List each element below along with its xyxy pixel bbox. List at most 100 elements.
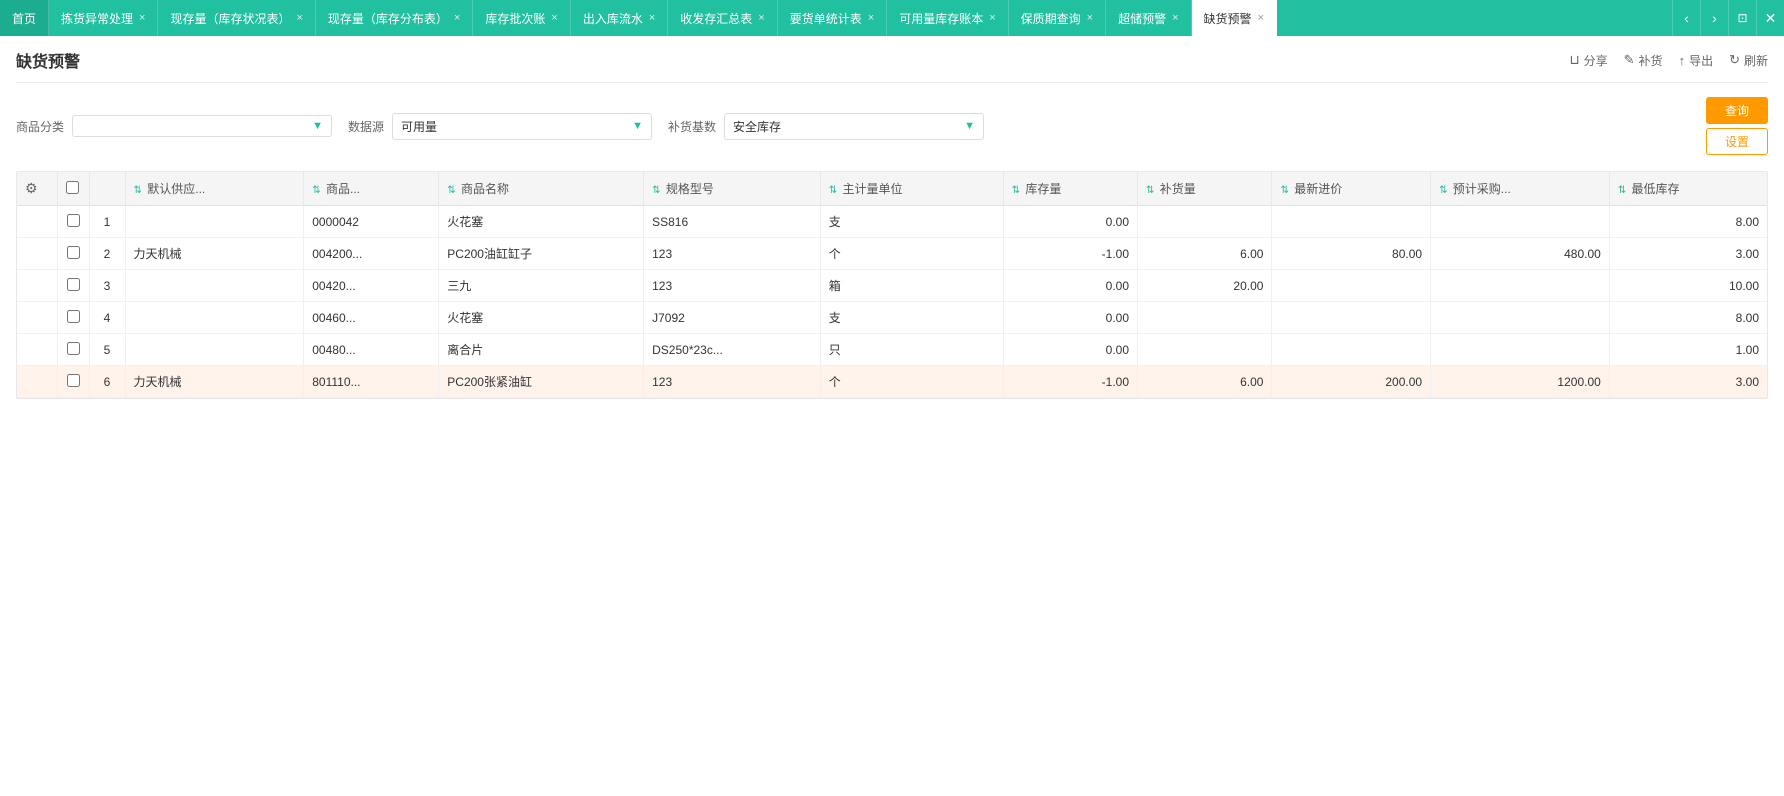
tab-abnormal[interactable]: 拣货异常处理 × bbox=[49, 0, 158, 36]
th-est-purchase[interactable]: ⇅ 预计采购... bbox=[1431, 172, 1610, 206]
tab-recv-summary[interactable]: 收发存汇总表 × bbox=[668, 0, 777, 36]
row-checkbox-3[interactable] bbox=[67, 310, 80, 323]
tab-order-stats[interactable]: 要货单统计表 × bbox=[778, 0, 887, 36]
th-min-stock[interactable]: ⇅ 最低库存 bbox=[1609, 172, 1767, 206]
td-est-purchase-2 bbox=[1431, 270, 1610, 302]
replenish-basis-select[interactable]: 安全库存 ▼ bbox=[724, 113, 984, 140]
td-checkbox-0[interactable] bbox=[57, 206, 89, 238]
tab-inout-flow[interactable]: 出入库流水 × bbox=[571, 0, 668, 36]
th-est-purchase-label: 预计采购... bbox=[1453, 182, 1511, 196]
tab-available-ledger[interactable]: 可用量库存账本 × bbox=[887, 0, 1008, 36]
header-actions: ⊔ 分享 ✎ 补货 ↑ 导出 ↻ 刷新 bbox=[1569, 52, 1768, 69]
row-checkbox-2[interactable] bbox=[67, 278, 80, 291]
tab-inventory-dist-close[interactable]: × bbox=[454, 12, 460, 24]
tab-overstock[interactable]: 超储预警 × bbox=[1106, 0, 1191, 36]
row-checkbox-4[interactable] bbox=[67, 342, 80, 355]
th-settings[interactable]: ⚙ bbox=[17, 172, 57, 206]
th-latest-price[interactable]: ⇅ 最新进价 bbox=[1272, 172, 1431, 206]
tab-batch-account[interactable]: 库存批次账 × bbox=[473, 0, 570, 36]
td-supplier-2 bbox=[125, 270, 304, 302]
datasource-filter-arrow: ▼ bbox=[632, 120, 643, 132]
tab-expiry-query-close[interactable]: × bbox=[1087, 12, 1093, 24]
tab-shortage[interactable]: 缺货预警 × bbox=[1192, 0, 1277, 36]
tab-nav-btns: ‹ › ⊡ ✕ bbox=[1672, 0, 1784, 36]
tab-available-ledger-close[interactable]: × bbox=[989, 12, 995, 24]
filter-datasource-group: 数据源 可用量 ▼ bbox=[348, 113, 652, 140]
table-row: 2 力天机械 004200... PC200油缸缸子 123 个 -1.00 6… bbox=[17, 238, 1767, 270]
settings-gear-icon[interactable]: ⚙ bbox=[25, 180, 38, 196]
th-replenish-qty-label: 补货量 bbox=[1160, 182, 1196, 196]
refresh-button[interactable]: ↻ 刷新 bbox=[1729, 52, 1768, 69]
th-stock[interactable]: ⇅ 库存量 bbox=[1003, 172, 1137, 206]
row-checkbox-5[interactable] bbox=[67, 374, 80, 387]
table-row: 3 00420... 三九 123 箱 0.00 20.00 10.00 bbox=[17, 270, 1767, 302]
tab-home[interactable]: 首页 bbox=[0, 0, 49, 36]
tab-shortage-label: 缺货预警 bbox=[1204, 10, 1252, 27]
th-product-name[interactable]: ⇅ 商品名称 bbox=[439, 172, 644, 206]
replenish-basis-label: 补货基数 bbox=[668, 118, 716, 135]
tab-prev-btn[interactable]: ‹ bbox=[1672, 0, 1700, 36]
td-price-3 bbox=[1272, 302, 1431, 334]
td-code-4: 00480... bbox=[304, 334, 439, 366]
td-settings-1 bbox=[17, 238, 57, 270]
row-checkbox-1[interactable] bbox=[67, 246, 80, 259]
td-min-stock-4: 1.00 bbox=[1609, 334, 1767, 366]
tab-overstock-close[interactable]: × bbox=[1172, 12, 1178, 24]
td-spec-4: DS250*23c... bbox=[644, 334, 821, 366]
td-est-purchase-5: 1200.00 bbox=[1431, 366, 1610, 398]
td-supplier-3 bbox=[125, 302, 304, 334]
tab-restore-btn[interactable]: ⊡ bbox=[1728, 0, 1756, 36]
tab-inventory-status-close[interactable]: × bbox=[296, 12, 302, 24]
td-settings-4 bbox=[17, 334, 57, 366]
unit-sort-icon: ⇅ bbox=[829, 185, 837, 196]
category-filter-arrow: ▼ bbox=[312, 120, 323, 132]
tab-recv-summary-close[interactable]: × bbox=[758, 12, 764, 24]
td-name-1: PC200油缸缸子 bbox=[439, 238, 644, 270]
category-filter-select[interactable]: ▼ bbox=[72, 115, 332, 137]
row-checkbox-0[interactable] bbox=[67, 214, 80, 227]
td-est-purchase-3 bbox=[1431, 302, 1610, 334]
td-checkbox-3[interactable] bbox=[57, 302, 89, 334]
td-unit-2: 箱 bbox=[820, 270, 1003, 302]
tab-shortage-close[interactable]: × bbox=[1258, 12, 1264, 24]
tab-next-btn[interactable]: › bbox=[1700, 0, 1728, 36]
th-unit-label: 主计量单位 bbox=[843, 182, 903, 196]
th-unit[interactable]: ⇅ 主计量单位 bbox=[820, 172, 1003, 206]
table-row: 4 00460... 火花塞 J7092 支 0.00 8.00 bbox=[17, 302, 1767, 334]
tab-inout-flow-close[interactable]: × bbox=[649, 12, 655, 24]
datasource-filter-select[interactable]: 可用量 ▼ bbox=[392, 113, 652, 140]
query-button[interactable]: 查询 bbox=[1706, 97, 1768, 124]
tab-abnormal-close[interactable]: × bbox=[139, 12, 145, 24]
td-checkbox-1[interactable] bbox=[57, 238, 89, 270]
td-code-3: 00460... bbox=[304, 302, 439, 334]
datasource-filter-value: 可用量 bbox=[401, 118, 624, 135]
page-header: 缺货预警 ⊔ 分享 ✎ 补货 ↑ 导出 ↻ 刷新 bbox=[16, 36, 1768, 83]
select-all-checkbox[interactable] bbox=[66, 181, 79, 194]
th-replenish-qty[interactable]: ⇅ 补货量 bbox=[1138, 172, 1272, 206]
tab-inventory-dist[interactable]: 现存量（库存分布表） × bbox=[316, 0, 473, 36]
tab-batch-account-close[interactable]: × bbox=[551, 12, 557, 24]
td-unit-5: 个 bbox=[820, 366, 1003, 398]
tab-inventory-status[interactable]: 现存量（库存状况表） × bbox=[158, 0, 315, 36]
td-checkbox-2[interactable] bbox=[57, 270, 89, 302]
tab-home-label: 首页 bbox=[12, 10, 36, 27]
td-checkbox-4[interactable] bbox=[57, 334, 89, 366]
setting-button[interactable]: 设置 bbox=[1706, 128, 1768, 155]
tab-close-btn[interactable]: ✕ bbox=[1756, 0, 1784, 36]
th-default-supplier[interactable]: ⇅ 默认供应... bbox=[125, 172, 304, 206]
code-sort-icon: ⇅ bbox=[312, 185, 320, 196]
tab-expiry-query[interactable]: 保质期查询 × bbox=[1009, 0, 1106, 36]
th-product-code[interactable]: ⇅ 商品... bbox=[304, 172, 439, 206]
share-button[interactable]: ⊔ 分享 bbox=[1569, 52, 1607, 69]
est-purchase-sort-icon: ⇅ bbox=[1439, 185, 1447, 196]
th-spec[interactable]: ⇅ 规格型号 bbox=[644, 172, 821, 206]
td-checkbox-5[interactable] bbox=[57, 366, 89, 398]
replenish-button[interactable]: ✎ 补货 bbox=[1624, 52, 1663, 69]
td-stock-3: 0.00 bbox=[1003, 302, 1137, 334]
td-est-purchase-0 bbox=[1431, 206, 1610, 238]
tab-inout-flow-label: 出入库流水 bbox=[583, 10, 643, 27]
export-button[interactable]: ↑ 导出 bbox=[1679, 52, 1714, 69]
td-code-2: 00420... bbox=[304, 270, 439, 302]
refresh-label: 刷新 bbox=[1744, 52, 1768, 69]
tab-order-stats-close[interactable]: × bbox=[868, 12, 874, 24]
